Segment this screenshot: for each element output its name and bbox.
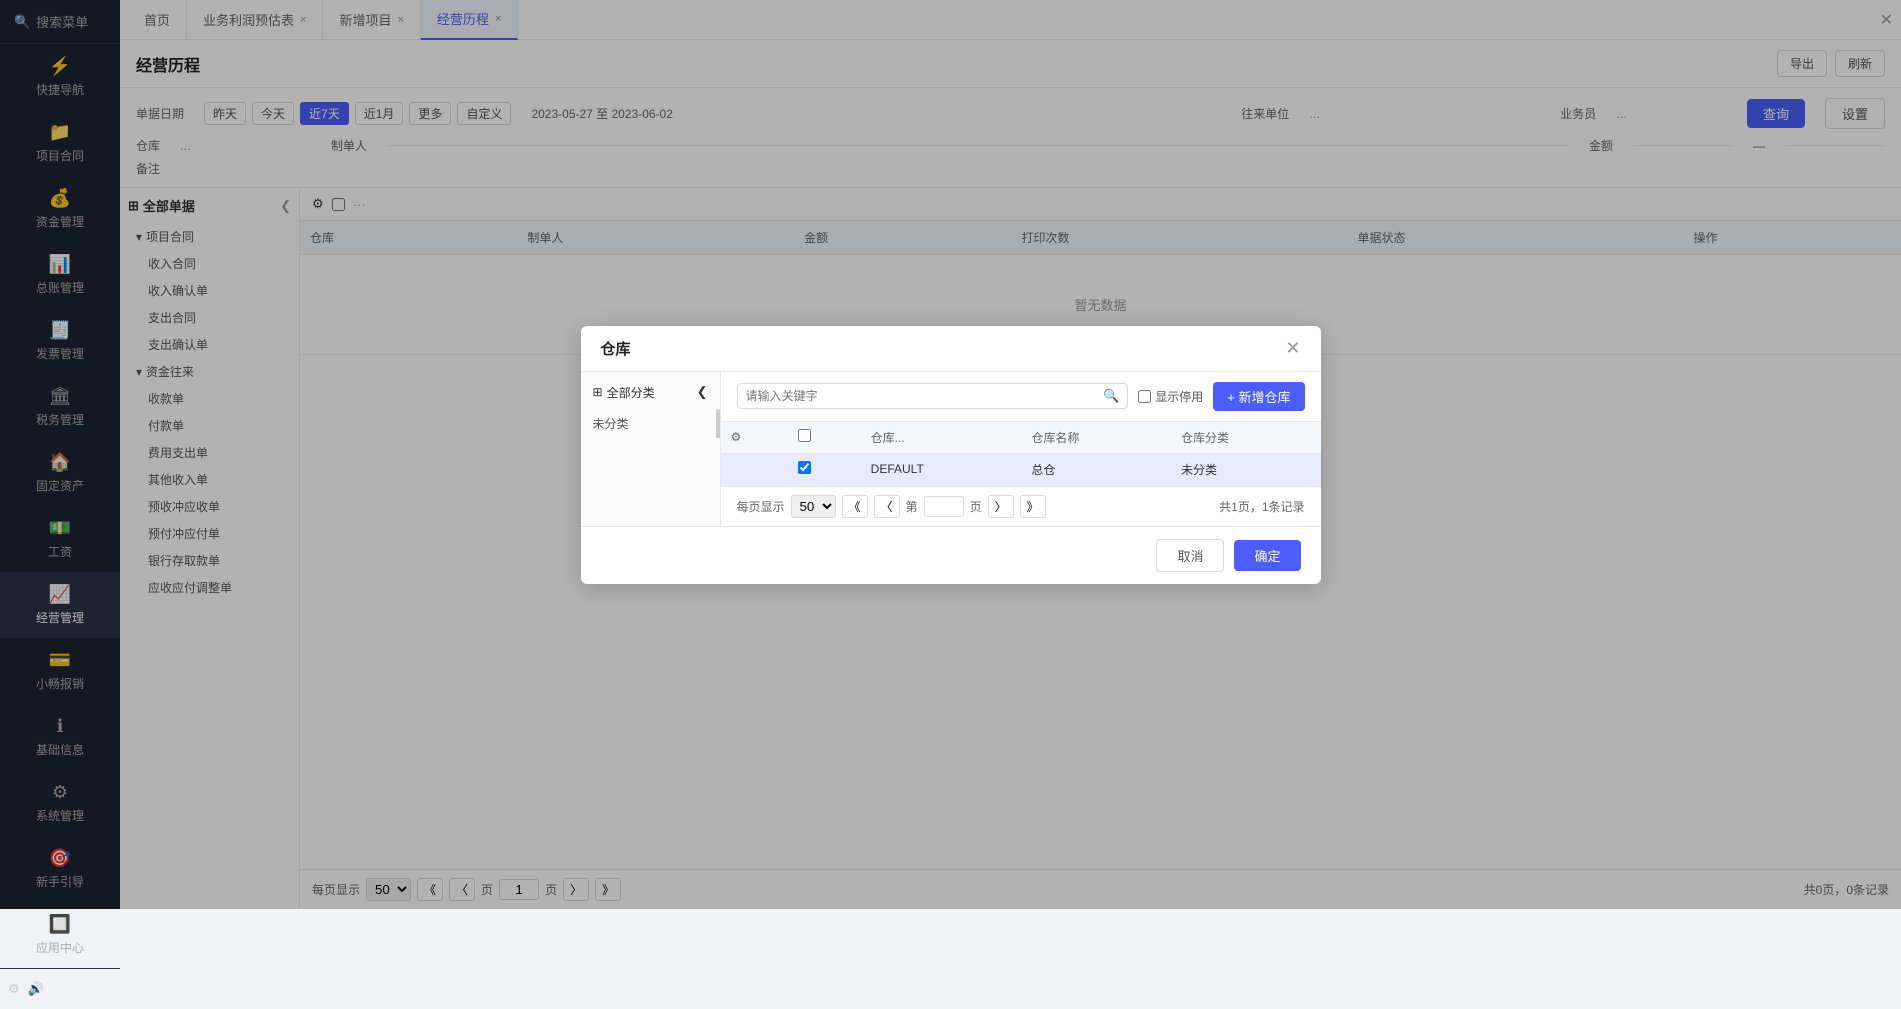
sidebar-item-label: 应用中心 <box>36 939 84 956</box>
row-name: 总仓 <box>1021 453 1171 485</box>
modal-page-input[interactable]: 1 <box>924 496 964 517</box>
row-select-checkbox[interactable] <box>798 461 811 474</box>
modal-pagination: 每页显示 50 《 〈 第 1 页 〉 》 共1页，1条记录 <box>721 486 1321 526</box>
modal-title: 仓库 <box>601 338 631 359</box>
grid-icon-modal: ⊞ <box>593 385 603 399</box>
cancel-button[interactable]: 取消 <box>1156 539 1224 572</box>
modal-sidebar-uncategorized[interactable]: 未分类 <box>581 409 720 438</box>
modal-first-page[interactable]: 《 <box>842 495 868 518</box>
modal-page-suffix: 页 <box>970 498 982 515</box>
col-category: 仓库分类 <box>1171 422 1321 454</box>
search-icon-modal: 🔍 <box>1103 388 1119 404</box>
select-all-checkbox[interactable] <box>798 429 811 442</box>
add-warehouse-btn[interactable]: + 新增仓库 <box>1213 382 1304 411</box>
modal-pagination-controls: 每页显示 50 《 〈 第 1 页 〉 》 <box>737 495 1046 518</box>
col-name: 仓库名称 <box>1021 422 1171 454</box>
settings-icon-th: ⚙ <box>731 430 742 444</box>
modal-per-page-label: 每页显示 <box>737 498 785 515</box>
modal-body: ⊞ 全部分类 ❮ 未分类 🔍 <box>581 372 1321 526</box>
warehouse-modal: 仓库 ✕ ⊞ 全部分类 ❮ 未分类 <box>581 326 1321 584</box>
modal-sidebar-header: ⊞ 全部分类 ❮ <box>581 380 720 405</box>
col-code: 仓库... <box>861 422 1022 454</box>
sidebar-collapse-btn[interactable]: ❮ <box>697 384 708 400</box>
confirm-button[interactable]: 确定 <box>1234 540 1300 571</box>
show-disabled-checkbox[interactable] <box>1138 390 1151 403</box>
speaker-icon[interactable]: 🔊 <box>28 981 44 997</box>
modal-header: 仓库 ✕ <box>581 326 1321 372</box>
show-disabled-label[interactable]: 显示停用 <box>1138 388 1203 405</box>
modal-actions: 取消 确定 <box>581 526 1321 584</box>
row-category: 未分类 <box>1171 453 1321 485</box>
settings-icon[interactable]: ⚙ <box>8 981 20 997</box>
modal-toolbar: 🔍 显示停用 + 新增仓库 <box>721 372 1321 422</box>
modal-total-records: 共1页，1条记录 <box>1219 498 1304 515</box>
modal-table-header: ⚙ 仓库... 仓库名称 仓库分类 <box>721 422 1321 454</box>
modal-per-page-select[interactable]: 50 <box>791 495 836 518</box>
modal-overlay: 仓库 ✕ ⊞ 全部分类 ❮ 未分类 <box>0 0 1901 909</box>
row-checkbox <box>788 453 861 485</box>
modal-page-label: 第 <box>906 498 918 515</box>
modal-sidebar-title: ⊞ 全部分类 <box>593 384 655 401</box>
modal-last-page[interactable]: 》 <box>1020 495 1046 518</box>
modal-content: 🔍 显示停用 + 新增仓库 ⚙ <box>721 372 1321 526</box>
modal-table-wrapper: ⚙ 仓库... 仓库名称 仓库分类 <box>721 422 1321 486</box>
warehouse-table: ⚙ 仓库... 仓库名称 仓库分类 <box>721 422 1321 486</box>
scroll-indicator <box>716 409 720 438</box>
table-row[interactable]: DEFAULT 总仓 未分类 <box>721 453 1321 485</box>
modal-search-box[interactable]: 🔍 <box>737 383 1129 409</box>
modal-next-page[interactable]: 〉 <box>988 495 1014 518</box>
app-center-icon: 🔲 <box>49 914 71 935</box>
modal-close-btn[interactable]: ✕ <box>1285 338 1300 359</box>
sidebar-item-app-center[interactable]: 🔲 应用中心 <box>0 902 120 968</box>
sidebar-bottom: ⚙ 🔊 <box>0 968 120 1009</box>
modal-sidebar: ⊞ 全部分类 ❮ 未分类 <box>581 372 721 526</box>
modal-prev-page[interactable]: 〈 <box>874 495 900 518</box>
row-settings <box>721 453 789 485</box>
row-code: DEFAULT <box>861 453 1022 485</box>
col-checkbox <box>788 422 861 454</box>
modal-sidebar-scroll: 未分类 <box>581 409 720 438</box>
col-settings: ⚙ <box>721 422 789 454</box>
all-category-label: 全部分类 <box>607 384 655 401</box>
modal-search-input[interactable] <box>746 389 1098 403</box>
